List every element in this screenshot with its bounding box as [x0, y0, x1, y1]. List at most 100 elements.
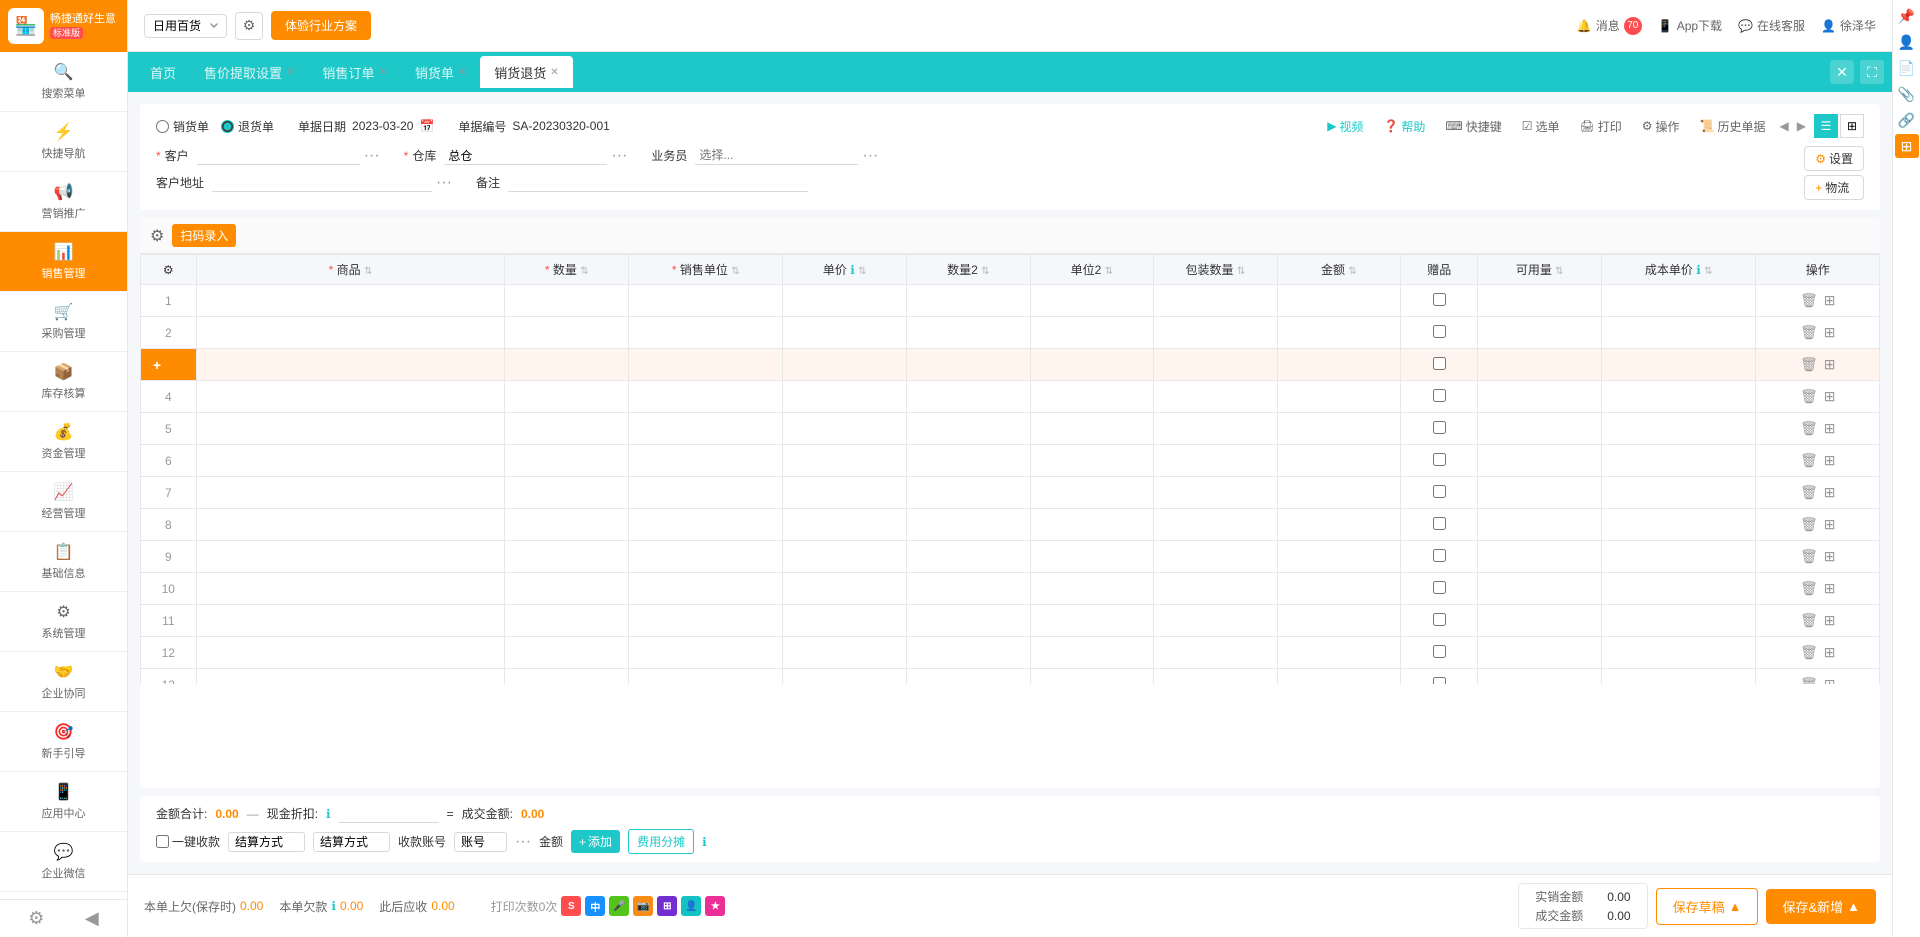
table-row[interactable]: 10 🗑 ⊞	[141, 573, 1880, 605]
sidebar-item-marketing[interactable]: 📢 营销推广	[0, 172, 127, 232]
cell-product-8[interactable]	[196, 509, 505, 541]
address-select-btn[interactable]: ···	[436, 174, 452, 192]
price-sort-icon[interactable]: ⇅	[858, 266, 866, 277]
gift-checkbox-10[interactable]	[1433, 581, 1446, 594]
product-input-5[interactable]	[203, 422, 499, 436]
cell-price-13[interactable]	[783, 669, 907, 685]
gift-checkbox-9[interactable]	[1433, 549, 1446, 562]
cell-unit-6[interactable]	[629, 445, 783, 477]
try-btn[interactable]: 体验行业方案	[271, 11, 371, 40]
one-click-pay-input[interactable]	[156, 835, 169, 848]
warehouse-select-btn[interactable]: ···	[611, 147, 627, 165]
cash-discount-input[interactable]	[339, 804, 439, 823]
sidebar-item-wechat[interactable]: 💬 企业微信	[0, 832, 127, 892]
cell-price-2[interactable]	[783, 317, 907, 349]
product-input-7[interactable]	[203, 486, 499, 500]
history-prev-icon[interactable]: ◀	[1780, 119, 1789, 133]
copy-icon-10[interactable]: ⊞	[1824, 580, 1836, 597]
collapse-icon[interactable]: ◀	[85, 908, 99, 929]
available-sort-icon[interactable]: ⇅	[1555, 266, 1563, 277]
cell-costprice-12[interactable]	[1601, 637, 1755, 669]
sidebar-item-purchase[interactable]: 🛒 采购管理	[0, 292, 127, 352]
cell-gift-1[interactable]	[1401, 285, 1478, 317]
product-input-2[interactable]	[203, 326, 499, 340]
cell-available-10[interactable]	[1478, 573, 1602, 605]
product-input-10[interactable]	[203, 582, 499, 596]
copy-icon-9[interactable]: ⊞	[1824, 548, 1836, 565]
cell-packqty-1[interactable]	[1154, 285, 1278, 317]
copy-icon-6[interactable]: ⊞	[1824, 452, 1836, 469]
cell-amount-7[interactable]	[1277, 477, 1401, 509]
industry-select[interactable]: 日用百货	[144, 14, 227, 38]
one-click-pay-checkbox[interactable]: 一键收款	[156, 833, 220, 850]
table-row[interactable]: 5 🗑 ⊞	[141, 413, 1880, 445]
cell-qty2-8[interactable]	[907, 509, 1031, 541]
cell-product-9[interactable]	[196, 541, 505, 573]
product-input-4[interactable]	[203, 390, 499, 404]
cell-amount-6[interactable]	[1277, 445, 1401, 477]
gift-checkbox-6[interactable]	[1433, 453, 1446, 466]
product-input-12[interactable]	[203, 646, 499, 660]
product-input-9[interactable]	[203, 550, 499, 564]
cell-price-1[interactable]	[783, 285, 907, 317]
cell-available-2[interactable]	[1478, 317, 1602, 349]
rside-icon-2[interactable]: 👤	[1895, 30, 1919, 54]
cell-qty-5[interactable]	[505, 413, 629, 445]
qty2-sort-icon[interactable]: ⇅	[981, 266, 989, 277]
product-input-3[interactable]	[203, 358, 499, 372]
cell-product-1[interactable]	[196, 285, 505, 317]
sidebar-item-search[interactable]: 🔍 搜索菜单	[0, 52, 127, 112]
cell-available-3[interactable]	[1478, 349, 1602, 381]
calendar-icon[interactable]: 📅	[419, 119, 434, 133]
cell-product-2[interactable]	[196, 317, 505, 349]
cell-unit-2[interactable]	[629, 317, 783, 349]
salesperson-select-btn[interactable]: ···	[862, 147, 878, 165]
tab-close-all-btn[interactable]: ✕	[1830, 60, 1854, 84]
copy-icon-12[interactable]: ⊞	[1824, 644, 1836, 661]
copy-icon-4[interactable]: ⊞	[1824, 388, 1836, 405]
cell-unit-5[interactable]	[629, 413, 783, 445]
remark-input[interactable]	[508, 173, 808, 192]
list-view-btn[interactable]: ☰	[1814, 114, 1838, 138]
table-scroll[interactable]: ⚙ * 商品 ⇅ * 数量 ⇅	[140, 254, 1880, 684]
cell-qty2-1[interactable]	[907, 285, 1031, 317]
tab-close-sales-return[interactable]: ✕	[550, 67, 558, 78]
rside-icon-3[interactable]: 📄	[1895, 56, 1919, 80]
app-download-btn[interactable]: 📱 App下载	[1658, 17, 1722, 34]
cell-available-9[interactable]	[1478, 541, 1602, 573]
settings-btn[interactable]: ⚙ 设置	[1804, 146, 1864, 171]
delete-icon-2[interactable]: 🗑	[1800, 324, 1818, 341]
product-input-8[interactable]	[203, 518, 499, 532]
rside-icon-6[interactable]: ⊞	[1895, 134, 1919, 158]
cell-packqty-12[interactable]	[1154, 637, 1278, 669]
cell-unit2-1[interactable]	[1030, 285, 1154, 317]
cell-packqty-13[interactable]	[1154, 669, 1278, 685]
sidebar-item-system[interactable]: ⚙ 系统管理	[0, 592, 127, 652]
cell-qty-7[interactable]	[505, 477, 629, 509]
cell-qty-11[interactable]	[505, 605, 629, 637]
table-row[interactable]: 2 🗑 ⊞	[141, 317, 1880, 349]
rside-icon-1[interactable]: 📌	[1895, 4, 1919, 28]
cell-amount-3[interactable]	[1277, 349, 1401, 381]
customer-input[interactable]	[197, 146, 360, 165]
fee-help-icon[interactable]: ℹ	[702, 835, 707, 849]
radio-return-input[interactable]	[221, 120, 234, 133]
cell-amount-2[interactable]	[1277, 317, 1401, 349]
cell-product-7[interactable]	[196, 477, 505, 509]
cell-unit-4[interactable]	[629, 381, 783, 413]
cell-costprice-4[interactable]	[1601, 381, 1755, 413]
cell-costprice-10[interactable]	[1601, 573, 1755, 605]
cell-costprice-8[interactable]	[1601, 509, 1755, 541]
cell-amount-11[interactable]	[1277, 605, 1401, 637]
cell-amount-13[interactable]	[1277, 669, 1401, 685]
cell-product-10[interactable]	[196, 573, 505, 605]
cell-available-7[interactable]	[1478, 477, 1602, 509]
gift-checkbox-13[interactable]	[1433, 677, 1446, 685]
table-row[interactable]: 4 🗑 ⊞	[141, 381, 1880, 413]
packqty-sort-icon[interactable]: ⇅	[1237, 266, 1245, 277]
gift-checkbox-7[interactable]	[1433, 485, 1446, 498]
history-next-icon[interactable]: ▶	[1797, 119, 1806, 133]
cell-qty2-5[interactable]	[907, 413, 1031, 445]
cell-packqty-9[interactable]	[1154, 541, 1278, 573]
toolbar-history-btn[interactable]: 📜 历史单据	[1694, 116, 1772, 137]
